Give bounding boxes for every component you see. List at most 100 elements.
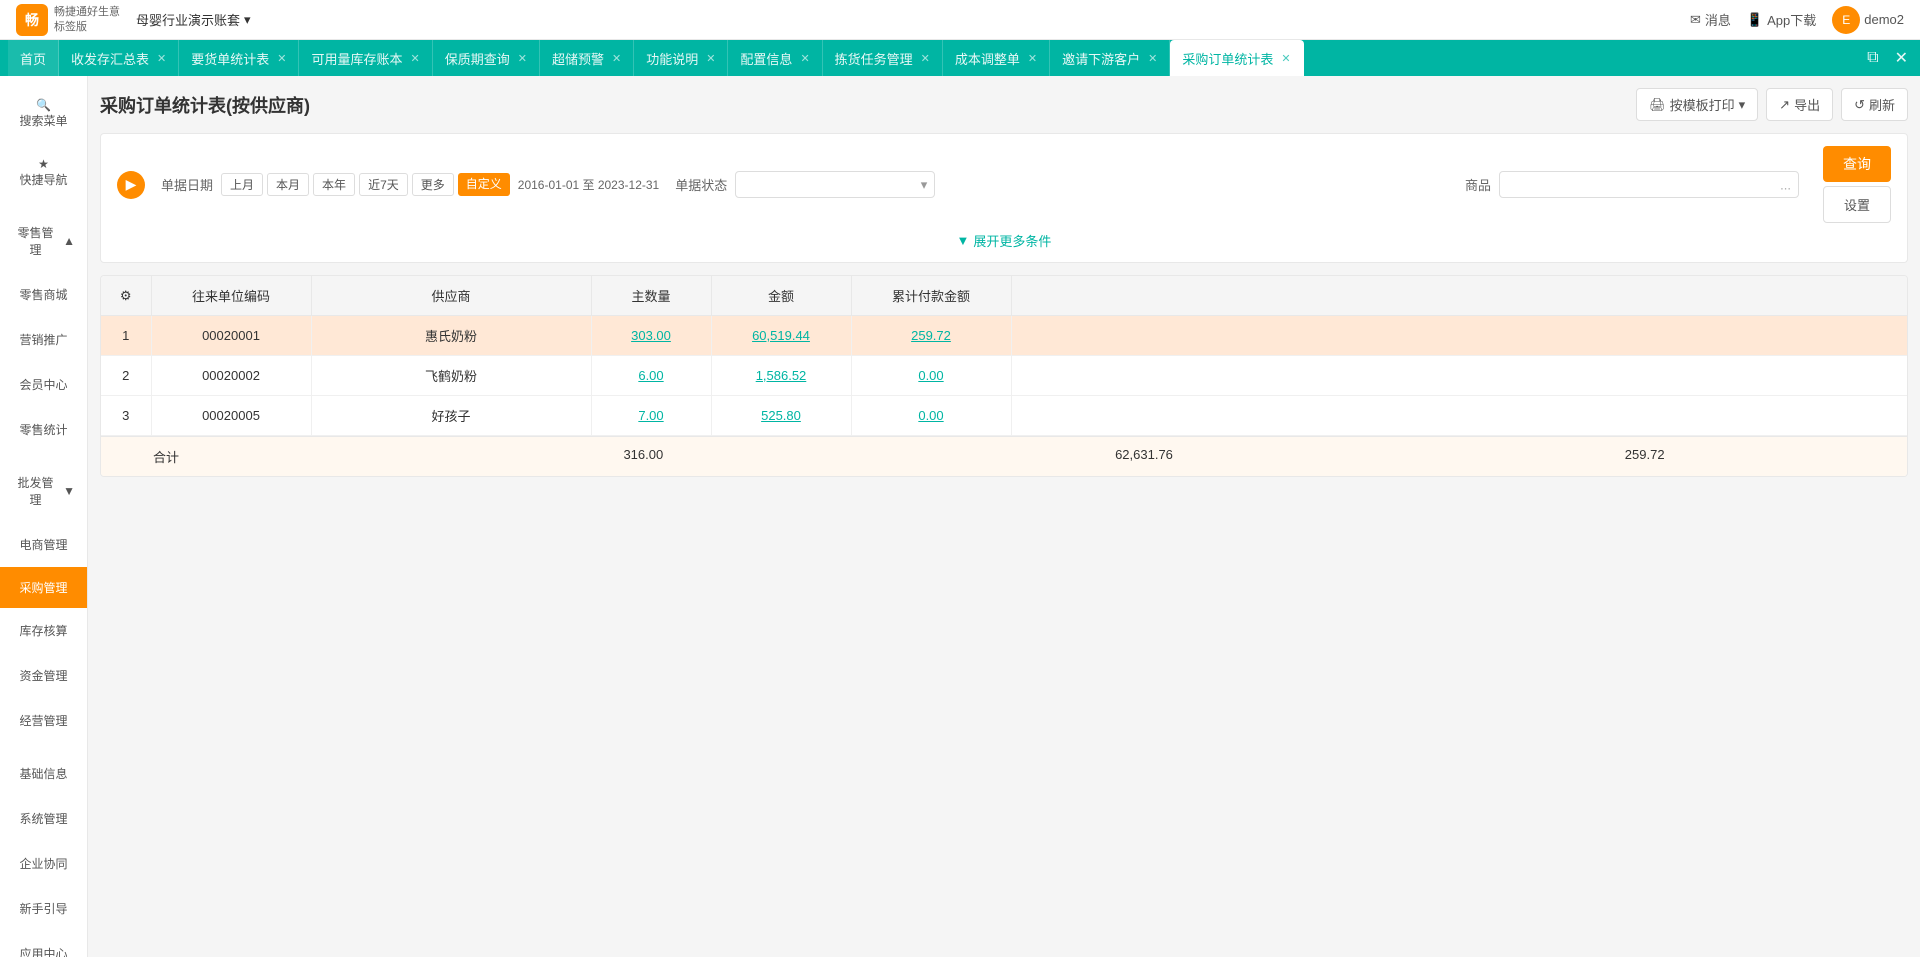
qty-link-1[interactable]: 303.00 [631,328,671,343]
tab-overstock-warning[interactable]: 超储预警 ✕ [540,40,634,76]
tab-picking-task[interactable]: 拣货任务管理 ✕ [823,40,943,76]
sidebar-item-member[interactable]: 会员中心 [4,364,83,405]
refresh-button[interactable]: ↺ 刷新 [1841,88,1908,121]
sidebar-item-search[interactable]: 🔍 搜索菜单 [4,86,83,141]
sidebar-item-ecom[interactable]: 电商管理 [4,524,83,565]
col-header-amount: 金额 [711,276,851,316]
page-title: 采购订单统计表(按供应商) [100,92,310,118]
query-button[interactable]: 查询 [1823,146,1891,182]
sidebar-item-capital[interactable]: 资金管理 [4,655,83,696]
sidebar-item-system[interactable]: 系统管理 [4,798,83,839]
cell-supplier-1: 惠氏奶粉 [311,316,591,356]
close-tab-cost-adjust[interactable]: ✕ [1028,52,1037,65]
date-btn-this-month[interactable]: 本月 [267,173,309,196]
sidebar-item-retail[interactable]: 零售管理 ▲ [4,212,83,270]
tab-expiry-query[interactable]: 保质期查询 ✕ [433,40,540,76]
col-header-supplier: 供应商 [311,276,591,316]
sidebar-item-enterprise[interactable]: 企业协同 [4,843,83,884]
chevron-down-icon-wholesale: ▼ [63,484,75,498]
phone-icon: 📱 [1747,12,1763,28]
date-btn-this-year[interactable]: 本年 [313,173,355,196]
close-tab-purchase-stats[interactable]: ✕ [1281,52,1290,65]
footer-values: 316.00 62,631.76 259.72 [393,447,1895,466]
paid-link-3[interactable]: 0.00 [918,408,943,423]
tab-available-stock[interactable]: 可用量库存账本 ✕ [299,40,432,76]
close-tab-expiry-query[interactable]: ✕ [518,52,527,65]
date-btn-more[interactable]: 更多 [412,173,454,196]
close-tab-picking-task[interactable]: ✕ [921,52,930,65]
cell-extra-2 [1011,356,1907,396]
tab-purchase-stats[interactable]: 采购订单统计表 ✕ [1170,40,1303,76]
table-row[interactable]: 1 00020001 惠氏奶粉 303.00 60,519.44 259.72 [101,316,1907,356]
cell-code-3: 00020005 [151,396,311,436]
sidebar-item-new-guide[interactable]: 新手引导 [4,888,83,929]
qty-link-2[interactable]: 6.00 [638,368,663,383]
dropdown-arrow-icon: ▾ [1739,97,1746,113]
tab-cost-adjust[interactable]: 成本调整单 ✕ [943,40,1050,76]
table-row[interactable]: 3 00020005 好孩子 7.00 525.80 0.00 [101,396,1907,436]
settings-button[interactable]: 设置 [1823,186,1891,223]
tab-order-stats[interactable]: 要货单统计表 ✕ [179,40,299,76]
nav-close-icon[interactable]: ✕ [1891,44,1912,72]
close-tab-available-stock[interactable]: ✕ [411,52,420,65]
sidebar-item-purchase[interactable]: 采购管理 [0,567,87,608]
sidebar-item-marketing[interactable]: 营销推广 [4,319,83,360]
amount-link-2[interactable]: 1,586.52 [756,368,807,383]
cell-extra-1 [1011,316,1907,356]
sidebar-item-inventory[interactable]: 库存核算 [4,610,83,651]
close-tab-config-info[interactable]: ✕ [800,52,809,65]
cell-no-2: 2 [101,356,151,396]
expand-more-button[interactable]: ▼ 展开更多条件 [117,231,1891,250]
table-row[interactable]: 2 00020002 飞鹤奶粉 6.00 1,586.52 0.00 [101,356,1907,396]
tab-receive-send[interactable]: 收发存汇总表 ✕ [59,40,179,76]
sidebar-item-quick-nav[interactable]: ★ 快捷导航 [4,145,83,200]
filter-toggle-button[interactable]: ▶ [117,171,145,199]
date-btn-last-month[interactable]: 上月 [221,173,263,196]
sidebar-item-basic-info[interactable]: 基础信息 [4,753,83,794]
app-download-button[interactable]: 📱 App下载 [1747,10,1816,29]
logo-area: 畅 畅捷通好生意 标签版 [16,4,120,36]
sidebar-item-retail-mall[interactable]: 零售商城 [4,274,83,315]
data-table: ⚙ 往来单位编码 供应商 主数量 金额 [101,276,1907,436]
goods-dots[interactable]: ... [1780,177,1791,192]
paid-link-2[interactable]: 0.00 [918,368,943,383]
amount-link-3[interactable]: 525.80 [761,408,801,423]
sidebar-item-wholesale[interactable]: 批发管理 ▼ [4,462,83,520]
qty-link-3[interactable]: 7.00 [638,408,663,423]
sidebar-item-app-center[interactable]: 应用中心 [4,933,83,957]
page-header: 采购订单统计表(按供应商) 🖨 按模板打印 ▾ ↗ 导出 ↺ 刷新 [100,88,1908,121]
cell-supplier-2: 飞鹤奶粉 [311,356,591,396]
table-settings-icon[interactable]: ⚙ [120,288,132,303]
top-bar-right: ✉ 消息 📱 App下载 E demo2 [1690,6,1904,34]
user-profile[interactable]: E demo2 [1832,6,1904,34]
logo-text: 畅捷通好生意 标签版 [54,5,120,34]
tab-home[interactable]: 首页 [8,40,59,76]
page-header-actions: 🖨 按模板打印 ▾ ↗ 导出 ↺ 刷新 [1636,88,1908,121]
export-button[interactable]: ↗ 导出 [1766,88,1833,121]
tab-config-info[interactable]: 配置信息 ✕ [728,40,822,76]
message-button[interactable]: ✉ 消息 [1690,10,1731,29]
workspace-selector[interactable]: 母婴行业演示账套 ▾ [128,6,259,33]
sidebar-item-retail-stats[interactable]: 零售统计 [4,409,83,450]
date-btn-7days[interactable]: 近7天 [359,173,408,196]
nav-tabs: 首页 收发存汇总表 ✕ 要货单统计表 ✕ 可用量库存账本 ✕ 保质期查询 ✕ 超… [0,40,1920,76]
tab-invite-customer[interactable]: 邀请下游客户 ✕ [1050,40,1170,76]
amount-link-1[interactable]: 60,519.44 [752,328,810,343]
date-range-display: 2016-01-01 至 2023-12-31 [518,176,659,193]
template-print-button[interactable]: 🖨 按模板打印 ▾ [1636,88,1758,121]
close-tab-function-desc[interactable]: ✕ [706,52,715,65]
avatar: E [1832,6,1860,34]
tab-function-desc[interactable]: 功能说明 ✕ [634,40,728,76]
paid-link-1[interactable]: 259.72 [911,328,951,343]
close-tab-overstock-warning[interactable]: ✕ [612,52,621,65]
close-tab-order-stats[interactable]: ✕ [277,52,286,65]
date-custom-badge: 自定义 [458,173,510,196]
goods-input[interactable] [1499,171,1799,198]
close-tab-receive-send[interactable]: ✕ [157,52,166,65]
nav-restore-icon[interactable]: ⧉ [1863,45,1882,71]
status-select[interactable] [735,171,935,198]
cell-paid-3: 0.00 [851,396,1011,436]
sidebar-item-operations[interactable]: 经营管理 [4,700,83,741]
close-tab-invite-customer[interactable]: ✕ [1148,52,1157,65]
top-bar: 畅 畅捷通好生意 标签版 母婴行业演示账套 ▾ ✉ 消息 📱 App下载 E d… [0,0,1920,40]
